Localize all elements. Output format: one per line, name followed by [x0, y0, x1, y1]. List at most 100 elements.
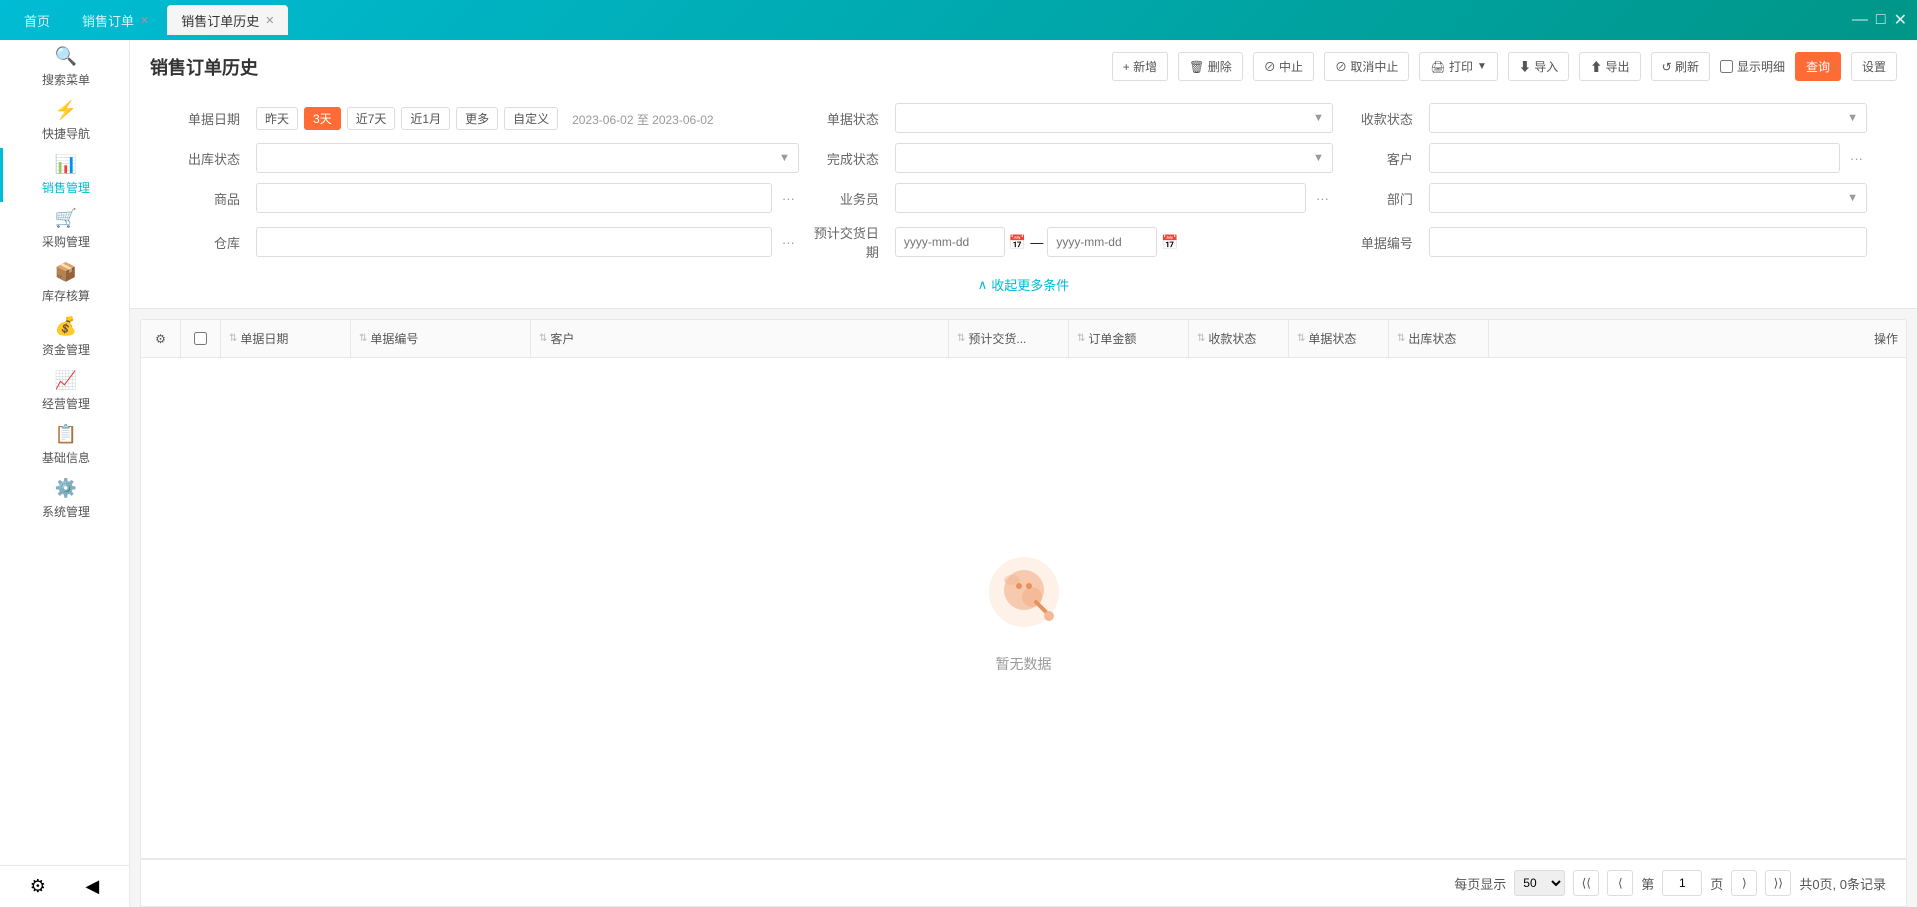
sidebar-item-basic-info[interactable]: 📋 基础信息: [0, 418, 129, 472]
calendar-end-icon[interactable]: 📅: [1161, 234, 1178, 251]
sidebar-item-search-menu[interactable]: 🔍 搜索菜单: [0, 40, 129, 94]
sidebar-item-purchase[interactable]: 🛒 采购管理: [0, 202, 129, 256]
customer-dots[interactable]: ···: [1846, 151, 1867, 166]
calendar-start-icon[interactable]: 📅: [1009, 234, 1026, 251]
date-1month-btn[interactable]: 近1月: [401, 107, 450, 130]
date-custom-btn[interactable]: 自定义: [504, 107, 558, 130]
sidebar-item-system[interactable]: ⚙️ 系统管理: [0, 472, 129, 526]
th-order-no[interactable]: ⇅ 单据编号: [351, 320, 531, 357]
window-max-btn[interactable]: □: [1876, 11, 1886, 29]
out-status-select[interactable]: ▼: [256, 143, 799, 173]
th-date[interactable]: ⇅ 单据日期: [221, 320, 351, 357]
sidebar-item-inventory[interactable]: 📦 库存核算: [0, 256, 129, 310]
window-min-btn[interactable]: —: [1852, 11, 1868, 29]
import-button[interactable]: ⬇ 导入: [1508, 52, 1569, 81]
query-button[interactable]: 查询: [1795, 52, 1841, 81]
tab-sales-order-close[interactable]: ✕: [140, 14, 149, 27]
th-status[interactable]: ⇅ 单据状态: [1289, 320, 1389, 357]
collapse-button[interactable]: ∧ 收起更多条件: [978, 275, 1070, 294]
page-number-input[interactable]: 1: [1662, 870, 1702, 896]
sidebar-settings-icon[interactable]: ⚙: [30, 876, 46, 897]
date-more-btn[interactable]: 更多: [456, 107, 498, 130]
last-page-btn[interactable]: ⟩⟩: [1765, 870, 1791, 896]
date-7days-btn[interactable]: 近7天: [347, 107, 396, 130]
th-delivery[interactable]: ⇅ 预计交货...: [949, 320, 1069, 357]
system-icon: ⚙️: [55, 478, 77, 499]
complete-status-select[interactable]: ▼: [895, 143, 1333, 173]
expected-date-end[interactable]: [1047, 227, 1157, 257]
settings-gear-icon[interactable]: ⚙: [155, 332, 166, 346]
sidebar-item-system-label: 系统管理: [42, 503, 90, 520]
table-body: 暂无数据: [141, 358, 1906, 858]
th-action-label: 操作: [1874, 330, 1898, 347]
date-yesterday-btn[interactable]: 昨天: [256, 107, 298, 130]
sidebar-item-inventory-label: 库存核算: [42, 287, 90, 304]
page-size-label: 每页显示: [1454, 874, 1506, 893]
stop-button[interactable]: ⊘ 中止: [1253, 52, 1314, 81]
tab-sales-order[interactable]: 销售订单 ✕: [68, 5, 163, 35]
quick-nav-icon: ⚡: [55, 100, 77, 121]
add-button[interactable]: + 新增: [1112, 52, 1168, 81]
date-3days-btn[interactable]: 3天: [304, 107, 341, 130]
th-action: 操作: [1489, 320, 1906, 357]
table-header: ⚙ ⇅ 单据日期 ⇅ 单据编号 ⇅ 客户 ⇅: [141, 320, 1906, 358]
th-order-no-label: 单据编号: [370, 330, 418, 347]
payment-status-select[interactable]: ▼: [1429, 103, 1867, 133]
sidebar-item-sales[interactable]: 📊 销售管理: [0, 148, 129, 202]
select-all-checkbox[interactable]: [194, 332, 207, 345]
department-select[interactable]: ▼: [1429, 183, 1867, 213]
delete-button[interactable]: 🗑 删除: [1178, 52, 1243, 81]
sidebar-item-sales-label: 销售管理: [42, 179, 90, 196]
page-size-select[interactable]: 20 50 100: [1514, 870, 1565, 896]
warehouse-input[interactable]: [256, 227, 772, 257]
display-toggle[interactable]: 显示明细: [1720, 58, 1785, 75]
expected-date-start[interactable]: [895, 227, 1005, 257]
product-input[interactable]: [256, 183, 772, 213]
empty-illustration: [974, 542, 1074, 642]
settings-button[interactable]: 设置: [1851, 52, 1897, 81]
tab-home[interactable]: 首页: [10, 5, 64, 35]
th-customer[interactable]: ⇅ 客户: [531, 320, 949, 357]
first-page-btn[interactable]: ⟨⟨: [1573, 870, 1599, 896]
tab-home-label: 首页: [24, 11, 50, 30]
sort-date-icon: ⇅: [229, 333, 237, 344]
th-out-status[interactable]: ⇅ 出库状态: [1389, 320, 1489, 357]
th-settings[interactable]: ⚙: [141, 320, 181, 357]
window-close-btn[interactable]: ✕: [1894, 10, 1907, 30]
sidebar-item-purchase-label: 采购管理: [42, 233, 90, 250]
product-dots[interactable]: ···: [778, 191, 799, 206]
salesperson-dots[interactable]: ···: [1312, 191, 1333, 206]
out-status-chevron: ▼: [779, 152, 790, 164]
sidebar-item-finance[interactable]: 💰 资金管理: [0, 310, 129, 364]
sidebar-item-quick-nav[interactable]: ⚡ 快捷导航: [0, 94, 129, 148]
print-button[interactable]: 🖨 打印 ▼: [1419, 52, 1497, 81]
sidebar-item-operations[interactable]: 📈 经营管理: [0, 364, 129, 418]
tab-sales-order-history[interactable]: 销售订单历史 ✕: [167, 5, 288, 35]
export-button[interactable]: ⬆ 导出: [1579, 52, 1640, 81]
th-checkbox[interactable]: [181, 320, 221, 357]
content-area: 销售订单历史 + 新增 🗑 删除 ⊘ 中止 ⊘ 取消中止 🖨 打印 ▼ ⬇ 导入…: [130, 40, 1917, 907]
order-number-input[interactable]: [1429, 227, 1867, 257]
sidebar-collapse-icon[interactable]: ◀: [85, 876, 99, 897]
th-payment[interactable]: ⇅ 收款状态: [1189, 320, 1289, 357]
pagination: 每页显示 20 50 100 ⟨⟨ ⟨ 第 1 页 ⟩ ⟩⟩ 共0页, 0条记录: [140, 859, 1907, 907]
warehouse-dots[interactable]: ···: [778, 235, 799, 250]
sort-out-icon: ⇅: [1397, 333, 1405, 344]
tab-sales-order-history-close[interactable]: ✕: [265, 14, 274, 27]
tab-sales-order-history-label: 销售订单历史: [181, 11, 259, 30]
product-label: 商品: [170, 189, 250, 208]
department-chevron: ▼: [1847, 192, 1858, 204]
next-page-btn[interactable]: ⟩: [1731, 870, 1757, 896]
salesperson-input[interactable]: [895, 183, 1306, 213]
th-amount[interactable]: ⇅ 订单金额: [1069, 320, 1189, 357]
page-label: 第: [1641, 874, 1654, 893]
cancel-stop-button[interactable]: ⊘ 取消中止: [1324, 52, 1409, 81]
sidebar-item-operations-label: 经营管理: [42, 395, 90, 412]
date-group: 昨天 3天 近7天 近1月 更多 自定义: [256, 107, 558, 130]
refresh-button[interactable]: ↺ 刷新: [1651, 52, 1710, 81]
order-status-select[interactable]: ▼: [895, 103, 1333, 133]
warehouse-label: 仓库: [170, 233, 250, 252]
customer-input[interactable]: [1429, 143, 1840, 173]
prev-page-btn[interactable]: ⟨: [1607, 870, 1633, 896]
display-toggle-checkbox[interactable]: [1720, 60, 1733, 73]
